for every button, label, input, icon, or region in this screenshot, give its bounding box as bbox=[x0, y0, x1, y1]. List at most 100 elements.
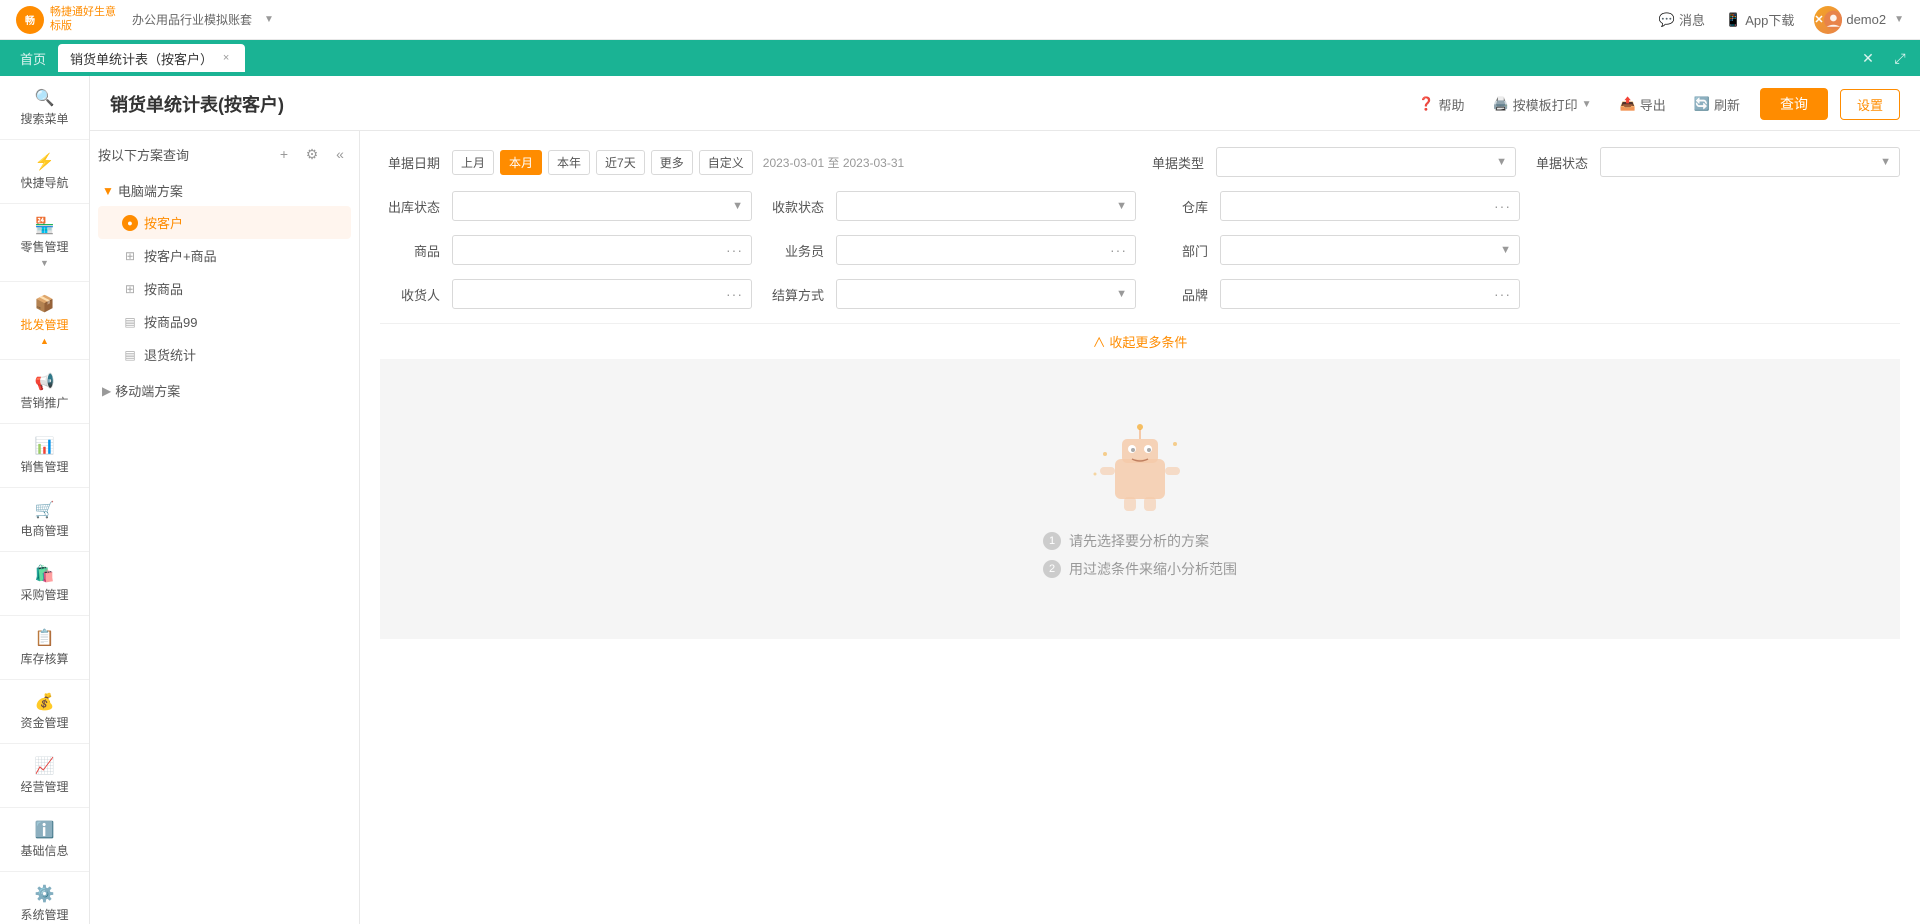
warehouse-more-icon: ··· bbox=[1494, 198, 1511, 214]
sidebar-item-search[interactable]: 🔍 搜索菜单 bbox=[0, 76, 89, 140]
logo-area[interactable]: 畅 畅捷通好生意 标版 bbox=[16, 6, 116, 34]
inventory-icon: 📋 bbox=[8, 628, 81, 648]
user-menu-button[interactable]: ✕ demo2 ▼ bbox=[1814, 6, 1904, 34]
tab-bar: 首页 销货单统计表（按客户） × ✕ ⤢ bbox=[0, 40, 1920, 76]
sidebar-item-marketing[interactable]: 📢 营销推广 bbox=[0, 360, 89, 424]
product-more-icon: ··· bbox=[726, 242, 743, 258]
category-collapse-icon: ▼ bbox=[102, 184, 114, 198]
tab-home[interactable]: 首页 bbox=[8, 44, 58, 72]
user-name: demo2 bbox=[1846, 12, 1886, 27]
doc-status-select[interactable]: ▼ bbox=[1600, 147, 1900, 177]
scheme-bar-icon-2: ▤ bbox=[122, 347, 138, 363]
empty-tip-1: 1 请先选择要分析的方案 bbox=[1043, 531, 1237, 551]
staff-select[interactable]: ··· bbox=[836, 235, 1136, 265]
scheme-item-return-stats[interactable]: ▤ 退货统计 bbox=[98, 338, 351, 371]
staff-label: 业务员 bbox=[764, 241, 824, 260]
scheme-grid-icon-2: ⊞ bbox=[122, 281, 138, 297]
warehouse-select[interactable]: ··· bbox=[1220, 191, 1520, 221]
scheme-item-by-customer[interactable]: ● 按客户 bbox=[98, 206, 351, 239]
settlement-select[interactable]: ▼ bbox=[836, 279, 1136, 309]
scheme-item-by-customer-product[interactable]: ⊞ 按客户+商品 bbox=[98, 239, 351, 272]
app-download-button[interactable]: 📱 App下载 bbox=[1725, 10, 1794, 29]
date-controls: 上月 本月 本年 近7天 更多 自定义 2023-03-01 至 2023-03… bbox=[452, 150, 1132, 175]
collapse-bar[interactable]: ∧ 收起更多条件 bbox=[380, 323, 1900, 359]
scheme-panel: 按以下方案查询 + ⚙ « ▼ bbox=[90, 131, 360, 924]
date-range-text: 2023-03-01 至 2023-03-31 bbox=[763, 154, 904, 171]
scheme-collapse-button[interactable]: « bbox=[329, 143, 351, 165]
date-btn-7days[interactable]: 近7天 bbox=[596, 150, 645, 175]
breadcrumb-dropdown-icon[interactable]: ▼ bbox=[264, 14, 274, 25]
filter-row-1: 单据日期 上月 本月 本年 近7天 更多 自定义 2023-03-01 至 20… bbox=[380, 147, 1900, 177]
sidebar-item-system[interactable]: ⚙️ 系统管理 bbox=[0, 872, 89, 924]
ecommerce-icon: 🛒 bbox=[8, 500, 81, 520]
wholesale-icon: 📦 bbox=[8, 294, 81, 314]
svg-text:畅: 畅 bbox=[25, 14, 35, 27]
sales-icon: 📊 bbox=[8, 436, 81, 456]
tab-active[interactable]: 销货单统计表（按客户） × bbox=[58, 44, 245, 72]
outbound-label: 出库状态 bbox=[380, 197, 440, 216]
scheme-settings-button[interactable]: ⚙ bbox=[301, 143, 323, 165]
scheme-panel-title: 按以下方案查询 bbox=[98, 145, 189, 164]
sidebar-item-retail[interactable]: 🏪 零售管理 ▼ bbox=[0, 204, 89, 282]
tab-close-window-button[interactable]: ✕ bbox=[1856, 46, 1880, 70]
sidebar-item-basic[interactable]: ℹ️ 基础信息 bbox=[0, 808, 89, 872]
refresh-icon: 🔄 bbox=[1694, 96, 1710, 112]
sidebar-item-operation[interactable]: 📈 经营管理 bbox=[0, 744, 89, 808]
logo-text: 畅捷通好生意 标版 bbox=[50, 6, 116, 32]
scheme-item-by-product-99[interactable]: ▤ 按商品99 bbox=[98, 305, 351, 338]
template-print-dropdown-icon: ▼ bbox=[1582, 99, 1592, 110]
dept-dropdown-icon: ▼ bbox=[1500, 244, 1511, 256]
message-icon: 💬 bbox=[1659, 12, 1675, 28]
product-select[interactable]: ··· bbox=[452, 235, 752, 265]
staff-more-icon: ··· bbox=[1110, 242, 1127, 258]
doc-type-select[interactable]: ▼ bbox=[1216, 147, 1516, 177]
warehouse-label: 仓库 bbox=[1148, 197, 1208, 216]
template-print-button[interactable]: 🖨️ 按模板打印 ▼ bbox=[1484, 91, 1599, 118]
sidebar-item-finance[interactable]: 💰 资金管理 bbox=[0, 680, 89, 744]
export-button[interactable]: 📤 导出 bbox=[1612, 91, 1674, 118]
consignee-select[interactable]: ··· bbox=[452, 279, 752, 309]
scheme-category-mobile[interactable]: ▶ 移动端方案 bbox=[98, 375, 351, 406]
brand-select[interactable]: ··· bbox=[1220, 279, 1520, 309]
sidebar-item-quick-nav[interactable]: ⚡ 快捷导航 bbox=[0, 140, 89, 204]
download-icon: 📱 bbox=[1725, 12, 1741, 28]
settings-button[interactable]: 设置 bbox=[1840, 89, 1900, 120]
scheme-category-desktop[interactable]: ▼ 电脑端方案 bbox=[98, 175, 351, 206]
export-icon: 📤 bbox=[1620, 96, 1636, 112]
tip-num-1: 1 bbox=[1043, 532, 1061, 550]
empty-state: 1 请先选择要分析的方案 2 用过滤条件来缩小分析范围 bbox=[380, 359, 1900, 639]
home-tab-label: 首页 bbox=[20, 49, 46, 68]
tab-close-button[interactable]: × bbox=[219, 51, 233, 65]
dept-select[interactable]: ▼ bbox=[1220, 235, 1520, 265]
date-btn-custom[interactable]: 自定义 bbox=[699, 150, 753, 175]
main-area: 🔍 搜索菜单 ⚡ 快捷导航 🏪 零售管理 ▼ 📦 批发管理 ▲ 📢 营销推广 📊… bbox=[0, 76, 1920, 924]
scheme-item-by-product[interactable]: ⊞ 按商品 bbox=[98, 272, 351, 305]
quick-nav-icon: ⚡ bbox=[8, 152, 81, 172]
sidebar-item-inventory[interactable]: 📋 库存核算 bbox=[0, 616, 89, 680]
date-btn-this-month[interactable]: 本月 bbox=[500, 150, 542, 175]
message-button[interactable]: 💬 消息 bbox=[1659, 10, 1705, 29]
date-btn-more[interactable]: 更多 bbox=[651, 150, 693, 175]
sidebar-item-sales[interactable]: 📊 销售管理 bbox=[0, 424, 89, 488]
sidebar-item-ecommerce[interactable]: 🛒 电商管理 bbox=[0, 488, 89, 552]
payment-status-label: 收款状态 bbox=[764, 197, 824, 216]
outbound-select[interactable]: ▼ bbox=[452, 191, 752, 221]
query-button[interactable]: 查询 bbox=[1760, 88, 1828, 120]
doc-status-label: 单据状态 bbox=[1528, 153, 1588, 172]
date-btn-last-month[interactable]: 上月 bbox=[452, 150, 494, 175]
tab-maximize-button[interactable]: ⤢ bbox=[1888, 46, 1912, 70]
sidebar-item-wholesale[interactable]: 📦 批发管理 ▲ bbox=[0, 282, 89, 360]
basic-icon: ℹ️ bbox=[8, 820, 81, 840]
help-icon: ❓ bbox=[1418, 96, 1434, 112]
page-header: 销货单统计表(按客户) ❓ 帮助 🖨️ 按模板打印 ▼ 📤 导出 bbox=[90, 76, 1920, 131]
date-label: 单据日期 bbox=[380, 153, 440, 172]
scheme-add-button[interactable]: + bbox=[273, 143, 295, 165]
active-tab-label: 销货单统计表（按客户） bbox=[70, 49, 213, 68]
date-btn-this-year[interactable]: 本年 bbox=[548, 150, 590, 175]
mobile-category-arrow: ▶ bbox=[102, 384, 111, 398]
brand-label: 品牌 bbox=[1148, 285, 1208, 304]
payment-status-select[interactable]: ▼ bbox=[836, 191, 1136, 221]
sidebar-item-purchase[interactable]: 🛍️ 采购管理 bbox=[0, 552, 89, 616]
help-button[interactable]: ❓ 帮助 bbox=[1410, 91, 1472, 118]
refresh-button[interactable]: 🔄 刷新 bbox=[1686, 91, 1748, 118]
